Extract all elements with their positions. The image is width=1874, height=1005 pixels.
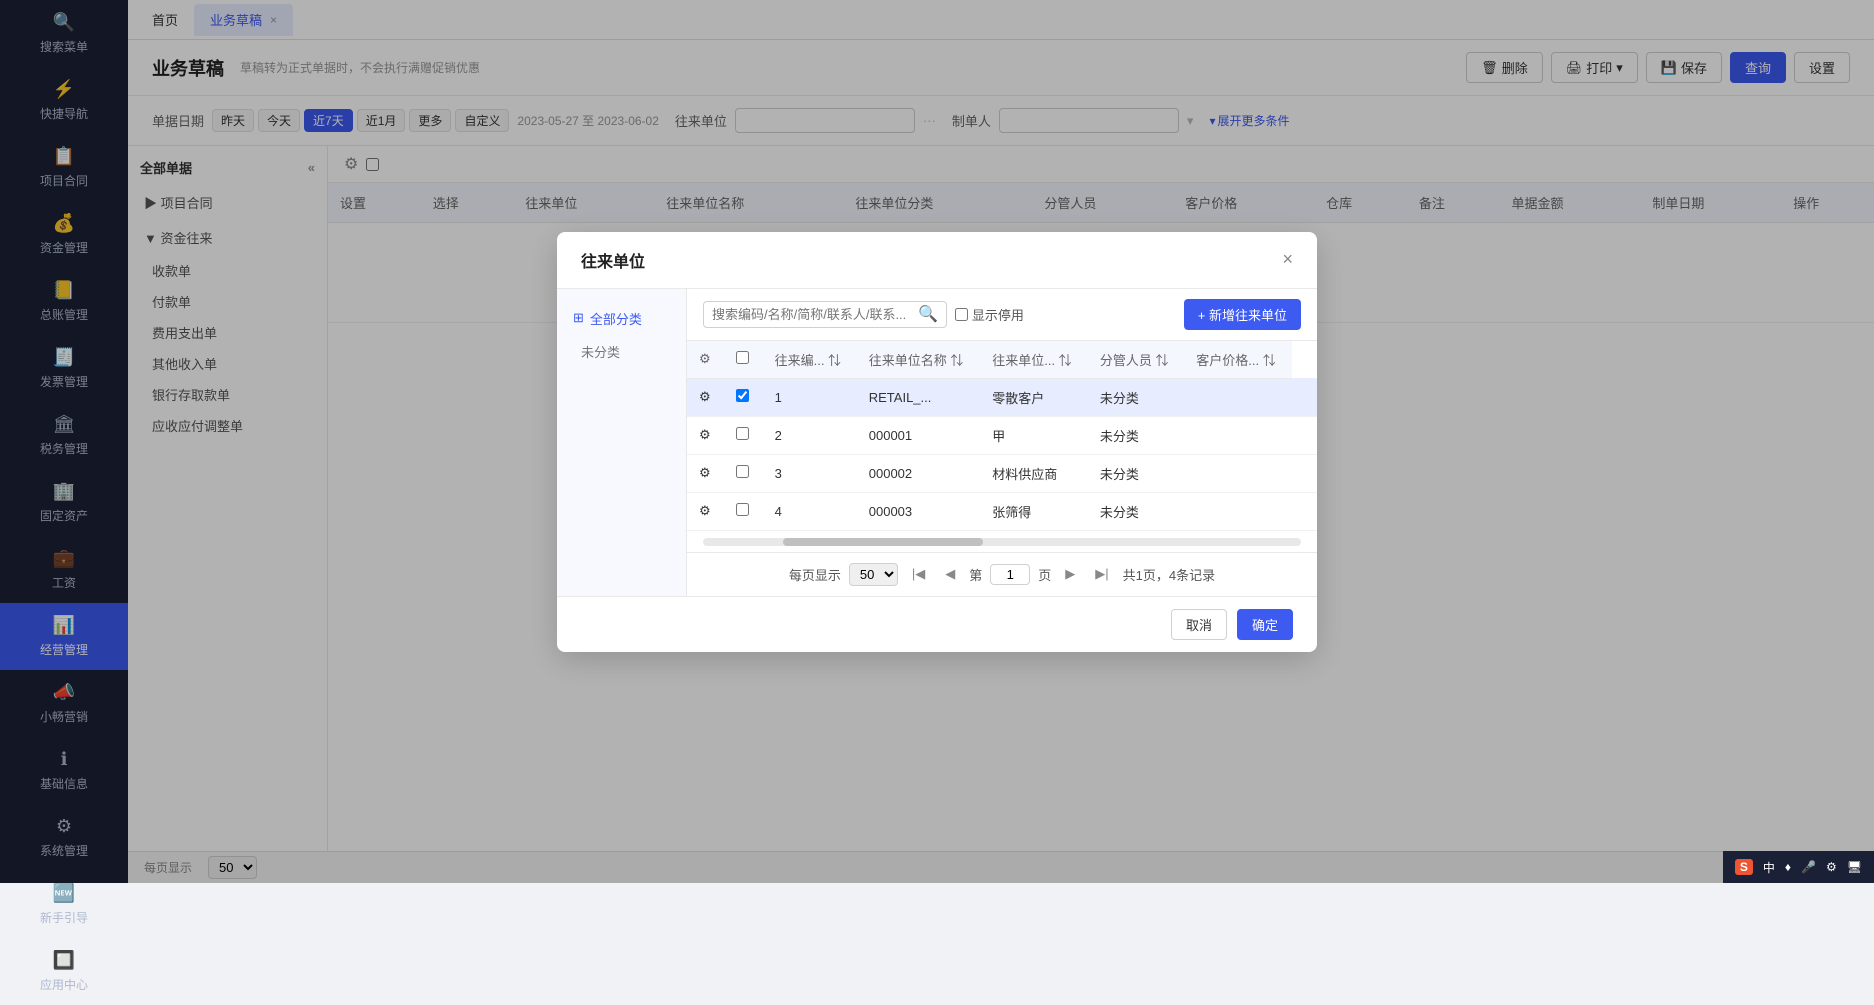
modal-table-row[interactable]: ⚙ 4 000003 张筛得 未分类 — [687, 492, 1317, 530]
status-gear-icon[interactable]: ⚙ — [1826, 860, 1837, 874]
row-category: 未分类 — [1088, 492, 1184, 530]
guide-icon: 🆕 — [53, 883, 75, 904]
per-page-label: 每页显示 — [789, 565, 841, 584]
modal-col-code: 往来编... ⇅ — [763, 341, 857, 379]
modal-select-all[interactable] — [736, 351, 749, 364]
party-modal: 往来单位 × ⊞ 全部分类 未分类 🔍 — [557, 232, 1317, 652]
modal-party-table: ⚙ 往来编... ⇅ 往来单位名称 ⇅ 往来单位... ⇅ 分管人员 ⇅ 客户价… — [687, 341, 1317, 531]
grid-icon-modal: ⊞ — [573, 310, 584, 326]
cancel-button[interactable]: 取消 — [1171, 609, 1227, 640]
modal-sidebar-all[interactable]: ⊞ 全部分类 — [557, 301, 686, 336]
add-party-button[interactable]: + 新增往来单位 — [1184, 299, 1301, 330]
row-settings[interactable]: ⚙ — [687, 416, 724, 454]
last-page-button[interactable]: ▶| — [1089, 564, 1114, 584]
modal-close-button[interactable]: × — [1282, 249, 1293, 270]
row-manager — [1184, 454, 1292, 492]
modal-pagination: 每页显示 50 |◀ ◀ 第 页 ▶ ▶| 共1页，4条记录 — [687, 552, 1317, 596]
modal-col-category: 往来单位... ⇅ — [980, 341, 1088, 379]
row-name: 材料供应商 — [980, 454, 1088, 492]
row-id: 3 — [763, 454, 857, 492]
row-manager — [1184, 492, 1292, 530]
row-name: 零散客户 — [980, 378, 1088, 416]
status-monitor-icon[interactable]: 🖥 — [1847, 860, 1862, 874]
row-name: 张筛得 — [980, 492, 1088, 530]
sidebar-item-apps[interactable]: 🔲 应用中心 — [0, 938, 128, 1005]
scrollbar-thumb[interactable] — [783, 538, 983, 546]
modal-sidebar: ⊞ 全部分类 未分类 — [557, 289, 687, 596]
status-mic-icon[interactable]: 🎤 — [1801, 860, 1816, 874]
row-settings[interactable]: ⚙ — [687, 492, 724, 530]
modal-toolbar: 🔍 显示停用 + 新增往来单位 — [687, 289, 1317, 341]
page-input[interactable] — [990, 564, 1030, 585]
row-id: 4 — [763, 492, 857, 530]
modal-col-name: 往来单位名称 ⇅ — [857, 341, 980, 379]
status-zh-icon[interactable]: 中 — [1763, 859, 1775, 876]
modal-col-price: 客户价格... ⇅ — [1184, 341, 1292, 379]
row-settings[interactable]: ⚙ — [687, 378, 724, 416]
row-price — [1292, 416, 1317, 454]
row-code: 000003 — [857, 492, 980, 530]
page-label: 第 — [969, 565, 982, 584]
row-code: 000001 — [857, 416, 980, 454]
modal-footer: 取消 确定 — [557, 596, 1317, 652]
row-id: 1 — [763, 378, 857, 416]
status-s-logo: S — [1735, 859, 1753, 875]
modal-table-row[interactable]: ⚙ 1 RETAIL_... 零散客户 未分类 — [687, 378, 1317, 416]
row-settings[interactable]: ⚙ — [687, 454, 724, 492]
row-id: 2 — [763, 416, 857, 454]
apps-icon: 🔲 — [53, 950, 75, 971]
page-suffix: 页 — [1038, 565, 1051, 584]
row-category: 未分类 — [1088, 378, 1184, 416]
horizontal-scrollbar[interactable] — [703, 538, 1301, 546]
modal-search-input[interactable] — [712, 302, 912, 327]
modal-table-wrap: ⚙ 往来编... ⇅ 往来单位名称 ⇅ 往来单位... ⇅ 分管人员 ⇅ 客户价… — [687, 341, 1317, 532]
modal-table-row[interactable]: ⚙ 2 000001 甲 未分类 — [687, 416, 1317, 454]
status-dot-icon: ♦ — [1785, 860, 1791, 874]
row-code: 000002 — [857, 454, 980, 492]
show-disabled-checkbox[interactable] — [955, 308, 968, 321]
row-code: RETAIL_... — [857, 378, 980, 416]
modal-search-icon[interactable]: 🔍 — [918, 304, 938, 324]
row-manager — [1184, 378, 1292, 416]
row-price — [1292, 378, 1317, 416]
row-checkbox[interactable] — [724, 492, 763, 530]
modal-body: ⊞ 全部分类 未分类 🔍 显示停用 — [557, 289, 1317, 596]
modal-col-manager: 分管人员 ⇅ — [1088, 341, 1184, 379]
show-disabled-label[interactable]: 显示停用 — [955, 305, 1024, 324]
row-checkbox[interactable] — [724, 454, 763, 492]
modal-main: 🔍 显示停用 + 新增往来单位 ⚙ — [687, 289, 1317, 596]
total-text: 共1页，4条记录 — [1123, 565, 1215, 584]
modal-table-row[interactable]: ⚙ 3 000002 材料供应商 未分类 — [687, 454, 1317, 492]
row-category: 未分类 — [1088, 416, 1184, 454]
row-price — [1292, 454, 1317, 492]
prev-page-button[interactable]: ◀ — [939, 564, 961, 584]
next-page-button[interactable]: ▶ — [1059, 564, 1081, 584]
confirm-button[interactable]: 确定 — [1237, 609, 1293, 640]
row-manager — [1184, 416, 1292, 454]
modal-title: 往来单位 — [581, 248, 645, 272]
status-bar: S 中 ♦ 🎤 ⚙ 🖥 — [1723, 851, 1874, 883]
row-checkbox[interactable] — [724, 416, 763, 454]
row-name: 甲 — [980, 416, 1088, 454]
row-category: 未分类 — [1088, 454, 1184, 492]
modal-header: 往来单位 × — [557, 232, 1317, 289]
modal-overlay: 往来单位 × ⊞ 全部分类 未分类 🔍 — [0, 0, 1874, 883]
modal-sidebar-unclassified[interactable]: 未分类 — [557, 336, 686, 367]
modal-search-wrap: 🔍 — [703, 301, 947, 328]
modal-per-page-select[interactable]: 50 — [849, 563, 898, 586]
modal-col-settings: ⚙ — [687, 341, 724, 379]
modal-col-select — [724, 341, 763, 379]
first-page-button[interactable]: |◀ — [906, 564, 931, 584]
row-price — [1292, 492, 1317, 530]
row-checkbox[interactable] — [724, 378, 763, 416]
